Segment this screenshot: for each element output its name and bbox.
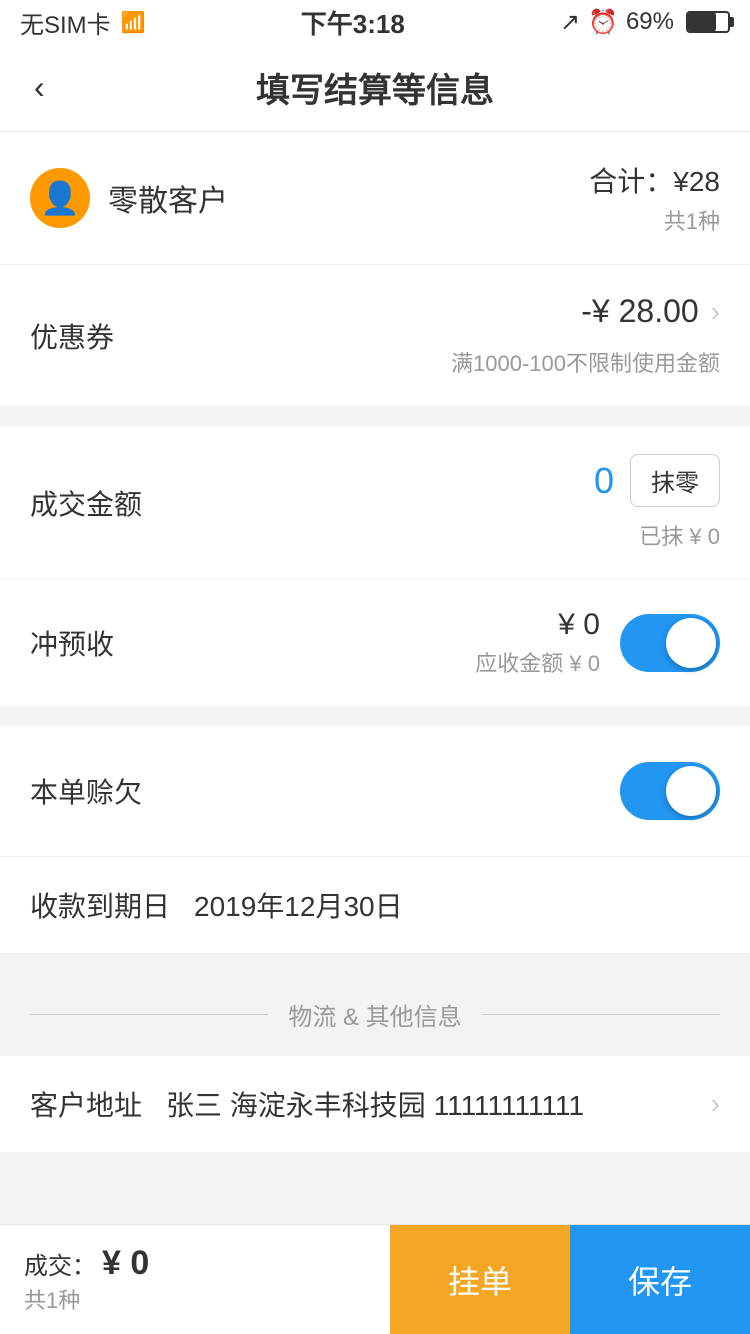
content: 👤 零散客户 合计：¥28 共1种 优惠券 -¥ 28.00 › 满1000-1… <box>0 132 750 1292</box>
status-left: 无SIM卡 📶 <box>20 5 146 40</box>
customer-total: 合计：¥28 <box>589 160 720 200</box>
status-right: ↗ ⏰ 69% <box>560 8 730 37</box>
due-date-label: 收款到期日 <box>30 885 170 925</box>
prepay-toggle[interactable] <box>620 614 720 672</box>
customer-right: 合计：¥28 共1种 <box>589 160 720 236</box>
address-label: 客户地址 <box>30 1084 142 1124</box>
page-title: 填写结算等信息 <box>256 63 494 112</box>
status-bar: 无SIM卡 📶 下午3:18 ↗ ⏰ 69% <box>0 0 750 44</box>
battery-icon <box>686 11 730 33</box>
due-date-row: 收款到期日 2019年12月30日 <box>0 856 750 953</box>
toggle-knob <box>666 618 716 668</box>
sim-signal: 无SIM卡 <box>20 5 111 40</box>
customer-left: 👤 零散客户 <box>30 168 228 228</box>
transaction-label: 成交金额 <box>30 483 142 523</box>
battery-percent: 69% <box>626 8 674 36</box>
customer-section: 👤 零散客户 合计：¥28 共1种 优惠券 -¥ 28.00 › 满1000-1… <box>0 132 750 406</box>
prepay-value: ¥ 0 <box>475 608 600 642</box>
debt-toggle[interactable] <box>620 762 720 820</box>
coupon-amount: -¥ 28.00 <box>581 293 698 330</box>
coupon-row[interactable]: 优惠券 -¥ 28.00 › 满1000-100不限制使用金额 <box>0 264 750 406</box>
address-value: 张三 海淀永丰科技园 11111111111 <box>166 1084 711 1124</box>
wifi-icon: 📶 <box>121 10 146 35</box>
coupon-sub: 满1000-100不限制使用金额 <box>451 346 720 378</box>
prepay-right: ¥ 0 应收金额 ¥ 0 <box>475 608 720 678</box>
address-row[interactable]: 客户地址 张三 海淀永丰科技园 11111111111 › <box>0 1056 750 1152</box>
coupon-right: -¥ 28.00 › 满1000-100不限制使用金额 <box>451 293 720 378</box>
back-button[interactable]: ‹ <box>24 59 55 116</box>
prepay-row: 冲预收 ¥ 0 应收金额 ¥ 0 <box>0 579 750 706</box>
avatar: 👤 <box>30 168 90 228</box>
logistics-label: 物流 & 其他信息 <box>288 997 461 1032</box>
address-section: 客户地址 张三 海淀永丰科技园 11111111111 › <box>0 1056 750 1152</box>
summary-label: 成交： <box>24 1246 96 1281</box>
location-icon: ↗ <box>560 8 580 37</box>
summary-amount: ¥ 0 <box>102 1244 149 1283</box>
divider-line-right <box>482 1014 720 1015</box>
coupon-label: 优惠券 <box>30 316 114 356</box>
prepay-amounts: ¥ 0 应收金额 ¥ 0 <box>475 608 600 678</box>
debt-row: 本单赊欠 <box>0 726 750 856</box>
transaction-row: 成交金额 0 抹零 已抹 ¥ 0 <box>0 426 750 579</box>
amount-section: 成交金额 0 抹零 已抹 ¥ 0 冲预收 ¥ 0 应收金额 ¥ 0 <box>0 426 750 706</box>
bottom-summary: 成交： ¥ 0 共1种 <box>0 1244 390 1315</box>
round-button[interactable]: 抹零 <box>630 454 720 507</box>
divider-line-left <box>30 1014 268 1015</box>
prepay-sub: 应收金额 ¥ 0 <box>475 646 600 678</box>
debt-section: 本单赊欠 收款到期日 2019年12月30日 <box>0 726 750 953</box>
debt-toggle-knob <box>666 766 716 816</box>
customer-count: 共1种 <box>589 204 720 236</box>
hold-button[interactable]: 挂单 <box>390 1225 570 1334</box>
bottom-bar: 成交： ¥ 0 共1种 挂单 保存 <box>0 1224 750 1334</box>
transaction-sub: 已抹 ¥ 0 <box>639 519 720 551</box>
nav-bar: ‹ 填写结算等信息 <box>0 44 750 132</box>
debt-label: 本单赊欠 <box>30 771 142 811</box>
address-chevron-icon: › <box>711 1088 720 1120</box>
logistics-divider: 物流 & 其他信息 <box>0 973 750 1056</box>
avatar-icon: 👤 <box>40 179 80 217</box>
status-time: 下午3:18 <box>301 4 405 41</box>
customer-row: 👤 零散客户 合计：¥28 共1种 <box>0 132 750 264</box>
alarm-icon: ⏰ <box>588 8 618 37</box>
prepay-label: 冲预收 <box>30 623 114 663</box>
bottom-buttons: 挂单 保存 <box>390 1225 750 1334</box>
due-date-value: 2019年12月30日 <box>194 885 403 925</box>
chevron-right-icon: › <box>711 296 720 328</box>
customer-name: 零散客户 <box>108 176 228 220</box>
transaction-right: 0 抹零 <box>594 454 720 507</box>
transaction-value: 0 <box>594 460 614 502</box>
summary-count: 共1种 <box>24 1283 366 1315</box>
save-button[interactable]: 保存 <box>570 1225 750 1334</box>
